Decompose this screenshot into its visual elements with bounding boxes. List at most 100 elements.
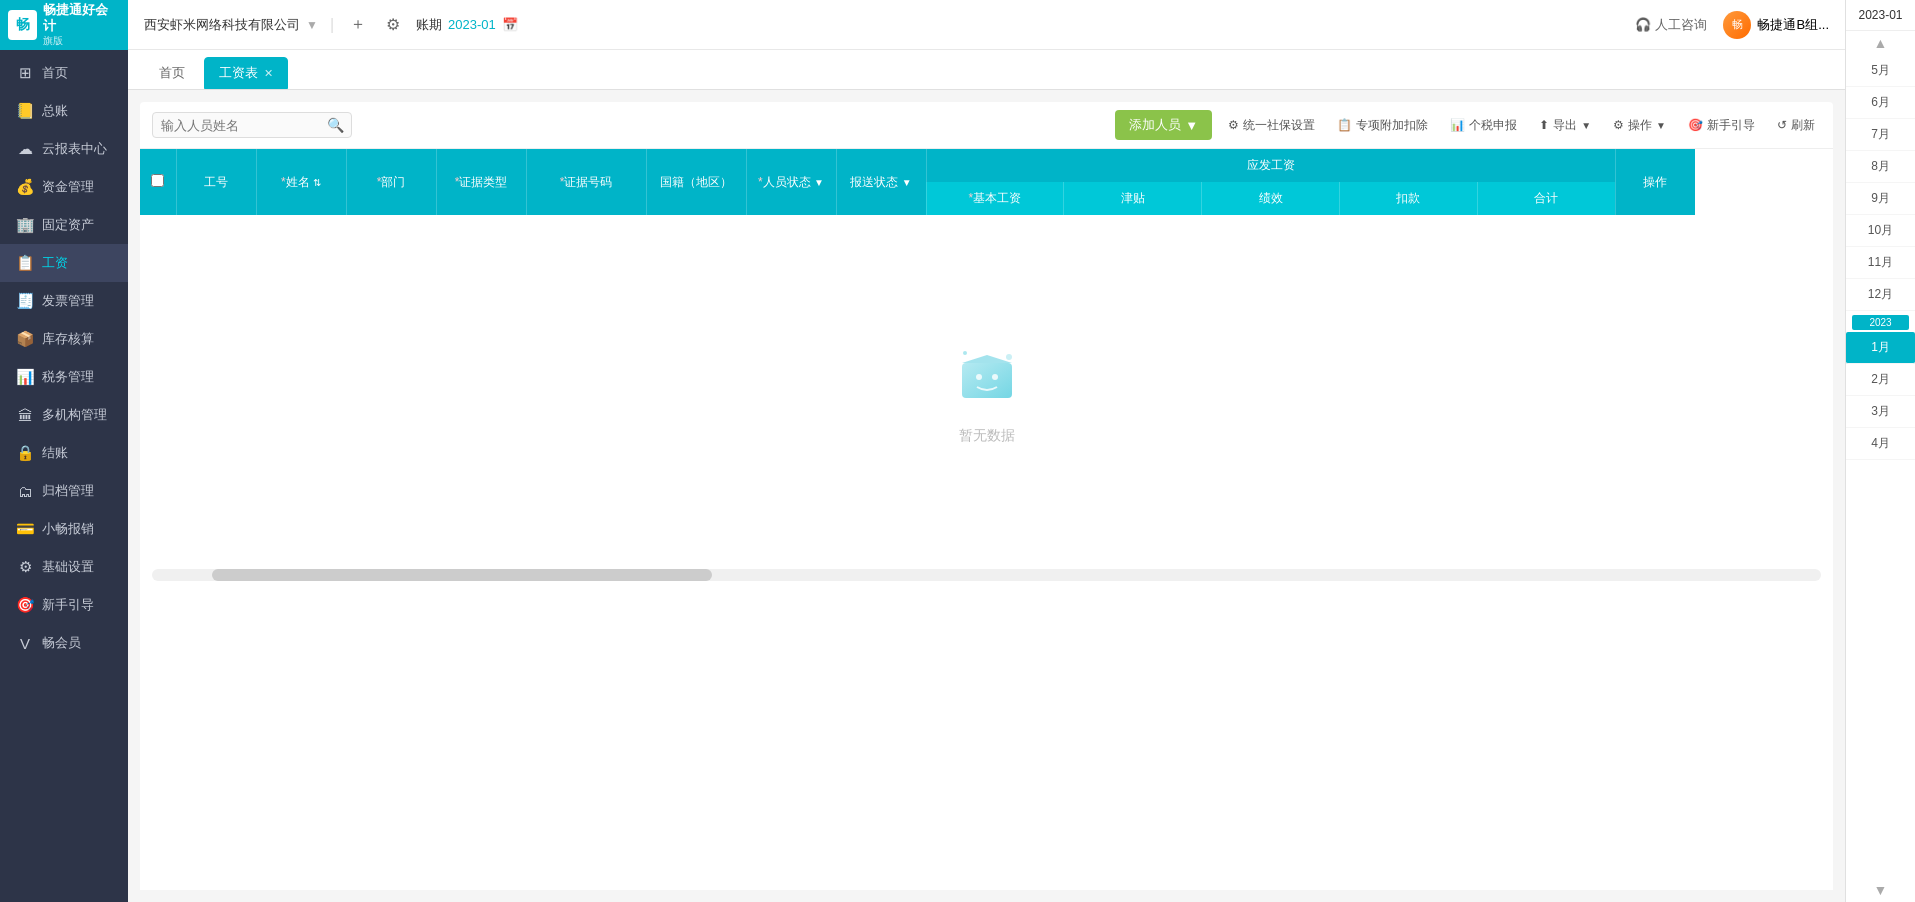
sidebar-item-settings-label: 基础设置 <box>42 558 94 576</box>
scrollbar-track[interactable] <box>152 569 1821 581</box>
report-status-filter-icon[interactable]: ▼ <box>902 177 912 188</box>
operation-icon: ⚙ <box>1613 118 1624 132</box>
period-item-2023-03[interactable]: 3月 <box>1846 396 1915 428</box>
sidebar-item-archive-label: 归档管理 <box>42 482 94 500</box>
svg-rect-0 <box>962 363 1012 398</box>
sidebar-item-expense[interactable]: 💳 小畅报销 <box>0 510 128 548</box>
period-list: 5月 6月 7月 8月 9月 10月 11月 12月 2023 1月 2月 3月… <box>1846 55 1915 878</box>
person-status-filter-icon[interactable]: ▼ <box>814 177 824 188</box>
operation-btn[interactable]: ⚙ 操作 ▼ <box>1607 113 1672 138</box>
user-label: 畅捷通B组... <box>1757 16 1829 34</box>
svg-point-5 <box>963 351 967 355</box>
new-guide-btn[interactable]: 🎯 新手引导 <box>1682 113 1761 138</box>
th-checkbox[interactable] <box>140 149 176 215</box>
topbar-right: 🎧 人工咨询 畅 畅捷通B组... <box>1635 11 1829 39</box>
period-item-2022-12[interactable]: 12月 <box>1846 279 1915 311</box>
sidebar-item-invoice-label: 发票管理 <box>42 292 94 310</box>
th-name: *姓名 ⇅ <box>256 149 346 215</box>
cloud-icon: ☁ <box>16 140 34 158</box>
calendar-icon[interactable]: 📅 <box>502 17 518 32</box>
th-report-status: 报送状态 ▼ <box>836 149 926 215</box>
toolbar-right: 添加人员 ▼ ⚙ 统一社保设置 📋 专项附加扣除 📊 个税申报 ⬆ 导出 <box>1115 110 1821 140</box>
guide-icon: 🎯 <box>16 596 34 614</box>
sidebar-item-multi-org[interactable]: 🏛 多机构管理 <box>0 396 128 434</box>
empty-cell: 暂无数据 <box>140 215 1833 565</box>
th-allowance: 津贴 <box>1064 182 1202 215</box>
toolbar: 🔍 添加人员 ▼ ⚙ 统一社保设置 📋 专项附加扣除 📊 个税申报 <box>140 102 1833 149</box>
company-selector[interactable]: 西安虾米网络科技有限公司 ▼ <box>144 16 318 34</box>
period-item-2022-07[interactable]: 7月 <box>1846 119 1915 151</box>
salary-table-container: 工号 *姓名 ⇅ *部门 *证据类型 *证据号码 <box>140 149 1833 890</box>
user-menu[interactable]: 畅 畅捷通B组... <box>1723 11 1829 39</box>
period-item-2022-10[interactable]: 10月 <box>1846 215 1915 247</box>
sidebar-nav: ⊞ 首页 📒 总账 ☁ 云报表中心 💰 资金管理 🏢 固定资产 📋 工资 🧾 发… <box>0 50 128 902</box>
sidebar-item-home[interactable]: ⊞ 首页 <box>0 54 128 92</box>
refresh-btn[interactable]: ↺ 刷新 <box>1771 113 1821 138</box>
export-btn[interactable]: ⬆ 导出 ▼ <box>1533 113 1597 138</box>
operation-label: 操作 <box>1628 117 1652 134</box>
period-item-2022-11[interactable]: 11月 <box>1846 247 1915 279</box>
period-value: 2023-01 <box>448 17 496 32</box>
sidebar-item-archive[interactable]: 🗂 归档管理 <box>0 472 128 510</box>
topbar: 西安虾米网络科技有限公司 ▼ | ＋ ⚙ 账期 2023-01 📅 🎧 人工咨询… <box>128 0 1845 50</box>
sidebar-item-guide-label: 新手引导 <box>42 596 94 614</box>
sidebar-item-salary-label: 工资 <box>42 254 68 272</box>
svg-point-3 <box>992 374 998 380</box>
special-deduct-btn[interactable]: 📋 专项附加扣除 <box>1331 113 1434 138</box>
sidebar-item-inventory[interactable]: 📦 库存核算 <box>0 320 128 358</box>
tax-report-label: 个税申报 <box>1469 117 1517 134</box>
company-settings-button[interactable]: ⚙ <box>382 11 404 38</box>
social-security-btn[interactable]: ⚙ 统一社保设置 <box>1222 113 1321 138</box>
special-deduct-icon: 📋 <box>1337 118 1352 132</box>
sidebar-item-close-label: 结账 <box>42 444 68 462</box>
tab-home[interactable]: 首页 <box>144 57 200 89</box>
sidebar-item-ledger[interactable]: 📒 总账 <box>0 92 128 130</box>
sidebar-item-settings[interactable]: ⚙ 基础设置 <box>0 548 128 586</box>
export-arrow-icon: ▼ <box>1581 120 1591 131</box>
sidebar-item-cloud-label: 云报表中心 <box>42 140 107 158</box>
th-performance: 绩效 <box>1202 182 1340 215</box>
tab-close-icon[interactable]: ✕ <box>264 67 273 80</box>
add-company-button[interactable]: ＋ <box>346 10 370 39</box>
service-label: 人工咨询 <box>1655 16 1707 34</box>
add-person-button[interactable]: 添加人员 ▼ <box>1115 110 1212 140</box>
period-scroll-up-btn[interactable]: ▲ <box>1846 31 1915 55</box>
sidebar-item-close[interactable]: 🔒 结账 <box>0 434 128 472</box>
th-dept: *部门 <box>346 149 436 215</box>
sidebar-item-salary[interactable]: 📋 工资 <box>0 244 128 282</box>
scrollbar-thumb[interactable] <box>212 569 712 581</box>
inventory-icon: 📦 <box>16 330 34 348</box>
th-salary-group: 应发工资 <box>926 149 1615 182</box>
sidebar-item-guide[interactable]: 🎯 新手引导 <box>0 586 128 624</box>
period-item-2022-08[interactable]: 8月 <box>1846 151 1915 183</box>
tab-salary-table[interactable]: 工资表 ✕ <box>204 57 288 89</box>
name-sort-icon[interactable]: ⇅ <box>313 177 321 188</box>
sidebar-item-fund[interactable]: 💰 资金管理 <box>0 168 128 206</box>
social-security-icon: ⚙ <box>1228 118 1239 132</box>
settings-icon: ⚙ <box>16 558 34 576</box>
table-body: 暂无数据 <box>140 215 1833 565</box>
fixed-assets-icon: 🏢 <box>16 216 34 234</box>
tabbar: 首页 工资表 ✕ <box>128 50 1845 90</box>
sidebar-item-cloud-report[interactable]: ☁ 云报表中心 <box>0 130 128 168</box>
service-btn[interactable]: 🎧 人工咨询 <box>1635 16 1707 34</box>
period-scroll-down-btn[interactable]: ▼ <box>1846 878 1915 902</box>
period-item-2023-04[interactable]: 4月 <box>1846 428 1915 460</box>
sidebar-item-tax[interactable]: 📊 税务管理 <box>0 358 128 396</box>
th-total: 合计 <box>1477 182 1615 215</box>
th-person-status: *人员状态 ▼ <box>746 149 836 215</box>
sidebar-item-member[interactable]: V 畅会员 <box>0 624 128 662</box>
sidebar-item-fixed-assets[interactable]: 🏢 固定资产 <box>0 206 128 244</box>
period-item-2023-02[interactable]: 2月 <box>1846 364 1915 396</box>
empty-text: 暂无数据 <box>959 427 1015 445</box>
period-item-2022-06[interactable]: 6月 <box>1846 87 1915 119</box>
period-item-2022-05[interactable]: 5月 <box>1846 55 1915 87</box>
th-idnum: *证据号码 <box>526 149 646 215</box>
period-item-2023-01[interactable]: 1月 <box>1846 332 1915 364</box>
tax-report-btn[interactable]: 📊 个税申报 <box>1444 113 1523 138</box>
period-item-2022-09[interactable]: 9月 <box>1846 183 1915 215</box>
sidebar-item-invoice[interactable]: 🧾 发票管理 <box>0 282 128 320</box>
svg-marker-1 <box>962 355 1012 363</box>
search-input[interactable] <box>161 118 321 133</box>
select-all-checkbox[interactable] <box>151 174 164 187</box>
